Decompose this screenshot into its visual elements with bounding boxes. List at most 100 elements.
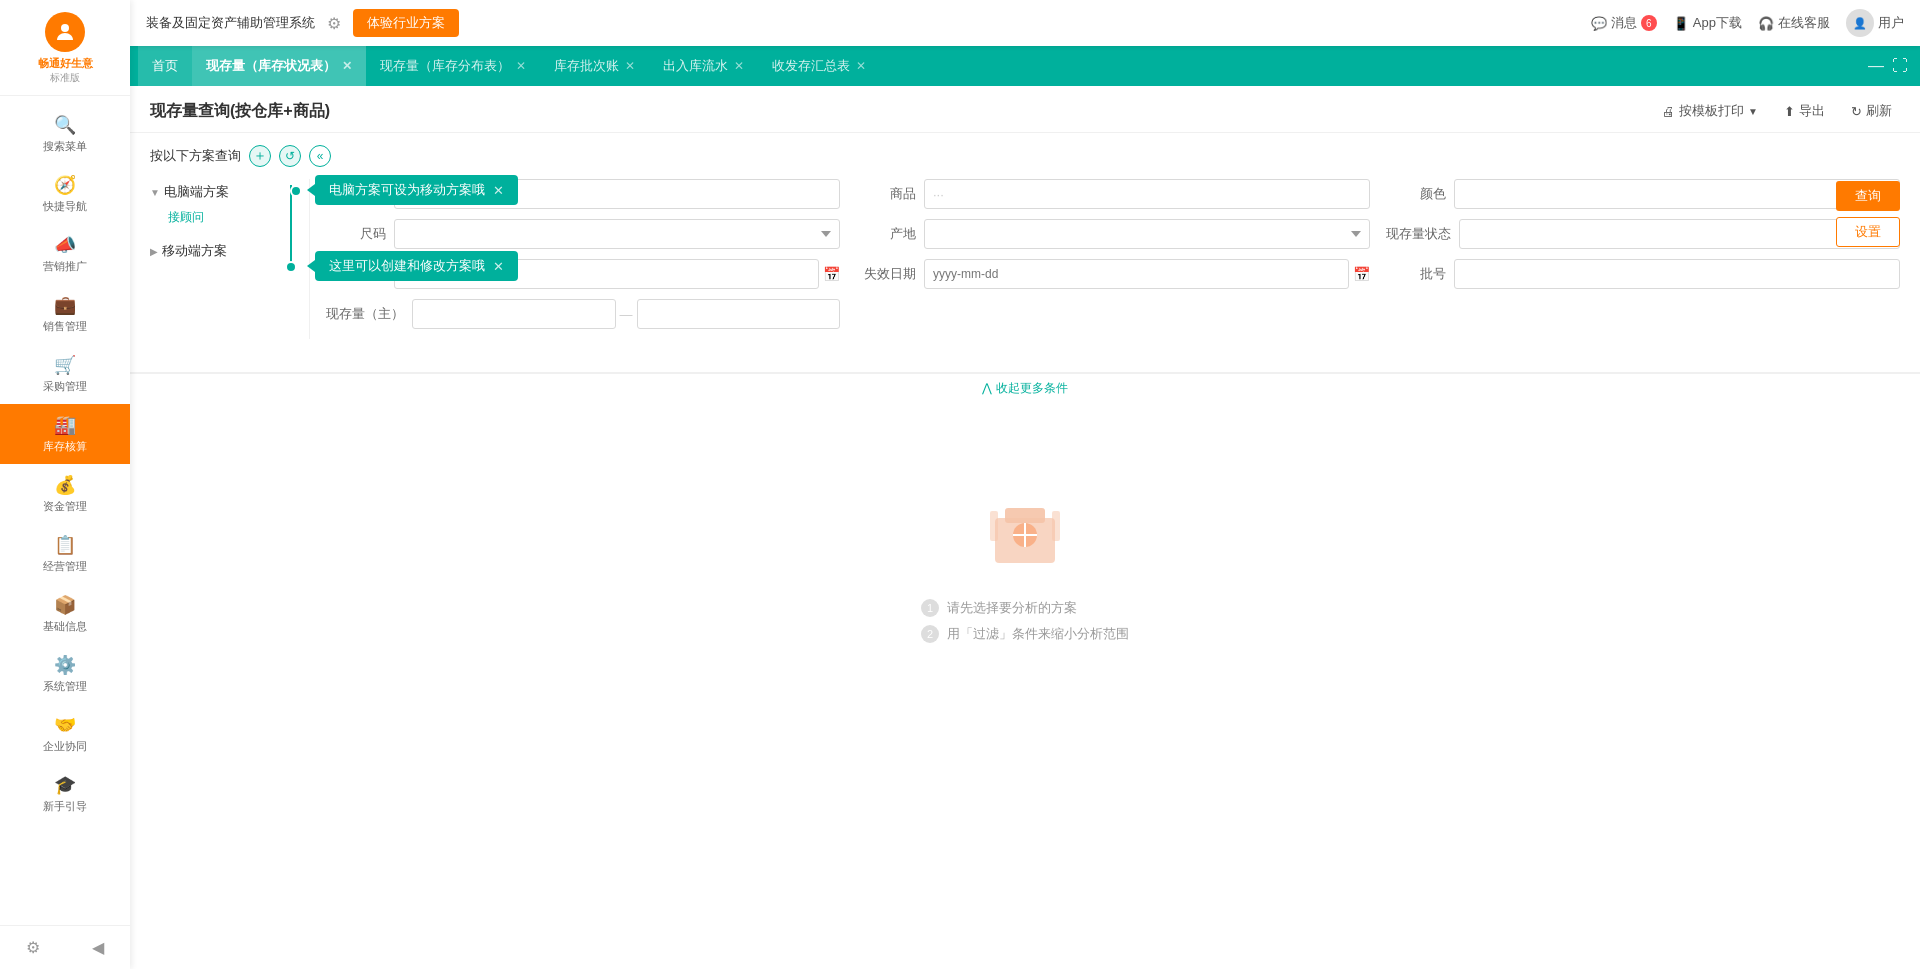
logo-text: 畅通好生意: [38, 56, 93, 71]
color-select[interactable]: [1454, 179, 1900, 209]
query-btn[interactable]: 查询: [1836, 181, 1900, 211]
sidebar-item-basic[interactable]: 📦 基础信息: [0, 584, 130, 644]
tab-inout-close[interactable]: ✕: [734, 59, 744, 73]
tab-inventory-status-close[interactable]: ✕: [342, 59, 352, 73]
product-label: 商品: [856, 185, 916, 203]
tab-inventory-status[interactable]: 现存量（库存状况表） ✕: [192, 46, 366, 86]
collapse-bar[interactable]: ⋀ 收起更多条件: [130, 373, 1920, 403]
print-btn[interactable]: 🖨 按模板打印 ▼: [1654, 98, 1766, 124]
tab-inventory-dist[interactable]: 现存量（库存分布表） ✕: [366, 46, 540, 86]
scheme-desktop-children: 接顾问: [150, 205, 297, 230]
headset-icon: 🎧: [1758, 16, 1774, 31]
refresh-btn[interactable]: ↻ 刷新: [1843, 98, 1900, 124]
sidebar-item-purchase[interactable]: 🛒 采购管理: [0, 344, 130, 404]
scheme-mobile-tree[interactable]: ▶ 移动端方案: [150, 238, 297, 264]
tab-minimize-btn[interactable]: —: [1868, 57, 1884, 75]
online-service-item[interactable]: 🎧 在线客服: [1758, 14, 1830, 32]
tab-batch[interactable]: 库存批次账 ✕: [540, 46, 649, 86]
message-badge: 6: [1641, 15, 1657, 31]
svg-rect-7: [1052, 511, 1060, 541]
app-download-item[interactable]: 📱 App下载: [1673, 14, 1742, 32]
sidebar-item-guide[interactable]: 🎓 新手引导: [0, 764, 130, 824]
mobile-scheme-label: 移动端方案: [162, 242, 227, 260]
expire-date-input[interactable]: [924, 259, 1349, 289]
connector-dot-1: [290, 185, 302, 197]
user-item[interactable]: 👤 用户: [1846, 9, 1904, 37]
filter-header: 按以下方案查询 ＋ ↺ «: [150, 145, 1900, 167]
export-btn[interactable]: ⬆ 导出: [1776, 98, 1833, 124]
tab-receive[interactable]: 收发存汇总表 ✕: [758, 46, 880, 86]
desktop-scheme-label: 电脑端方案: [164, 183, 229, 201]
scheme-tree: ▼ 电脑端方案 接顾问 ▶ 移动端方案: [150, 179, 310, 339]
graduation-icon: 🎓: [54, 774, 76, 796]
sidebar-item-marketing[interactable]: 📣 营销推广: [0, 224, 130, 284]
sidebar-item-system[interactable]: ⚙️ 系统管理: [0, 644, 130, 704]
stock-main-dash: —: [620, 307, 633, 322]
tab-inventory-dist-close[interactable]: ✕: [516, 59, 526, 73]
scheme-item-advisor[interactable]: 接顾问: [168, 205, 297, 230]
connector-line-2: [290, 185, 292, 267]
sidebar-item-finance[interactable]: 💰 资金管理: [0, 464, 130, 524]
tab-home-label: 首页: [152, 57, 178, 75]
produce-date-cal-icon[interactable]: 📅: [823, 266, 840, 282]
industry-btn[interactable]: 体验行业方案: [353, 9, 459, 37]
sidebar-label-system: 系统管理: [43, 679, 87, 694]
sidebar-label-guide: 新手引导: [43, 799, 87, 814]
filter-refresh-btn[interactable]: ↺: [279, 145, 301, 167]
box-icon: 📦: [54, 594, 76, 616]
sidebar-label-quick: 快捷导航: [43, 199, 87, 214]
filter-label: 按以下方案查询: [150, 147, 241, 165]
filter-row-2: 尺码 产地 现存量状态: [326, 219, 1900, 249]
tooltip-1-close[interactable]: ✕: [493, 183, 504, 198]
scheme-desktop-tree[interactable]: ▼ 电脑端方案: [150, 179, 297, 205]
filter-back-btn[interactable]: «: [309, 145, 331, 167]
sidebar-item-inventory[interactable]: 🏭 库存核算: [0, 404, 130, 464]
size-select[interactable]: [394, 219, 840, 249]
briefcase-icon: 💼: [54, 294, 76, 316]
tab-inout[interactable]: 出入库流水 ✕: [649, 46, 758, 86]
set-btn[interactable]: 设置: [1836, 217, 1900, 247]
stock-status-select[interactable]: [1459, 219, 1900, 249]
user-name: 用户: [1878, 14, 1904, 32]
page-title: 现存量查询(按仓库+商品): [150, 101, 330, 122]
collapse-sidebar-btn[interactable]: ◀: [92, 938, 104, 957]
message-item[interactable]: 💬 消息 6: [1591, 14, 1657, 32]
settings-bottom-btn[interactable]: ⚙: [26, 938, 40, 957]
sidebar-item-enterprise[interactable]: 🤝 企业协同: [0, 704, 130, 764]
tab-bar: 首页 现存量（库存状况表） ✕ 现存量（库存分布表） ✕ 库存批次账 ✕ 出入库…: [130, 46, 1920, 86]
sidebar-item-search[interactable]: 🔍 搜索菜单: [0, 104, 130, 164]
sidebar-label-search: 搜索菜单: [43, 139, 87, 154]
header-gear-icon[interactable]: ⚙: [327, 14, 341, 33]
sidebar: 畅通好生意 标准版 🔍 搜索菜单 🧭 快捷导航 📣 营销推广 💼 销售管理 🛒 …: [0, 0, 130, 969]
expire-date-cal-icon[interactable]: 📅: [1353, 266, 1370, 282]
svg-rect-6: [990, 511, 998, 541]
batch-input[interactable]: [1454, 259, 1900, 289]
sidebar-item-quick[interactable]: 🧭 快捷导航: [0, 164, 130, 224]
empty-step-1: 1 请先选择要分析的方案: [921, 599, 1129, 617]
print-icon: 🖨: [1662, 104, 1675, 119]
tab-batch-close[interactable]: ✕: [625, 59, 635, 73]
stock-main-from[interactable]: [412, 299, 616, 329]
sidebar-item-sales[interactable]: 💼 销售管理: [0, 284, 130, 344]
origin-select[interactable]: [924, 219, 1370, 249]
color-label: 颜色: [1386, 185, 1446, 203]
expire-date-wrap: 📅: [924, 259, 1370, 289]
filter-add-btn[interactable]: ＋: [249, 145, 271, 167]
megaphone-icon: 📣: [54, 234, 76, 256]
product-input-wrap[interactable]: ···: [924, 179, 1370, 209]
sidebar-item-operations[interactable]: 📋 经营管理: [0, 524, 130, 584]
empty-step-2: 2 用「过滤」条件来缩小分析范围: [921, 625, 1129, 643]
tab-fullscreen-btn[interactable]: ⛶: [1892, 57, 1908, 75]
collapse-icon: ⋀: [982, 381, 995, 395]
clipboard-icon: 📋: [54, 534, 76, 556]
tooltip-2-arrow: [307, 260, 315, 272]
tab-home[interactable]: 首页: [138, 46, 192, 86]
tooltip-2-close[interactable]: ✕: [493, 259, 504, 274]
stock-main-to[interactable]: [637, 299, 841, 329]
top-header: 装备及固定资产辅助管理系统 ⚙ 体验行业方案 💬 消息 6 📱 App下载 🎧 …: [130, 0, 1920, 46]
system-name: 装备及固定资产辅助管理系统: [146, 14, 315, 32]
filter-color: 颜色: [1386, 179, 1900, 209]
phone-icon: 📱: [1673, 16, 1689, 31]
tab-receive-close[interactable]: ✕: [856, 59, 866, 73]
app-download-label: App下载: [1693, 14, 1742, 32]
